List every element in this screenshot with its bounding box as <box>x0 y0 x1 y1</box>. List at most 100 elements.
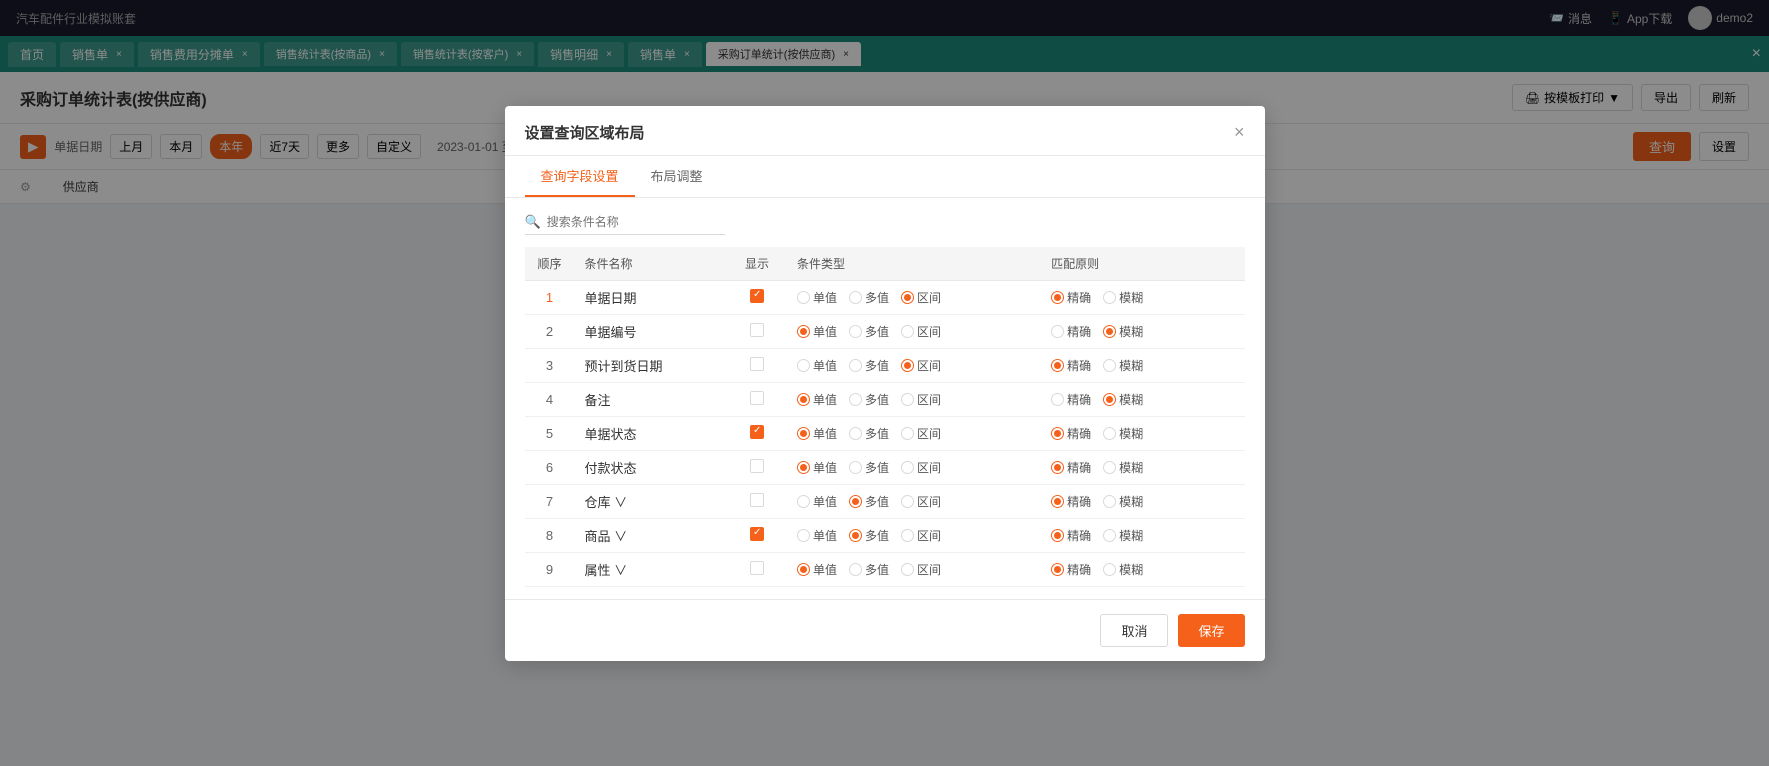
match-radio-exact[interactable]: 精确 <box>1051 425 1091 442</box>
type-radio-multi[interactable]: 多值 <box>849 459 889 476</box>
type-radio-range[interactable]: 区间 <box>901 527 941 544</box>
display-checkbox[interactable] <box>750 425 764 439</box>
match-radio-fuzzy-input[interactable] <box>1103 325 1116 338</box>
match-radio-fuzzy-input[interactable] <box>1103 529 1116 542</box>
match-radio-fuzzy[interactable]: 模糊 <box>1103 493 1143 510</box>
type-radio-single-input[interactable] <box>797 563 810 576</box>
match-radio-exact-input[interactable] <box>1051 563 1064 576</box>
display-checkbox[interactable] <box>750 357 764 371</box>
type-radio-multi-input[interactable] <box>849 563 862 576</box>
type-radio-single-input[interactable] <box>797 495 810 508</box>
condition-search-input[interactable] <box>547 215 707 229</box>
match-radio-exact-input[interactable] <box>1051 393 1064 406</box>
type-radio-multi[interactable]: 多值 <box>849 493 889 510</box>
match-radio-fuzzy-input[interactable] <box>1103 427 1116 440</box>
display-checkbox[interactable] <box>750 493 764 507</box>
type-radio-range[interactable]: 区间 <box>901 289 941 306</box>
display-checkbox[interactable] <box>750 459 764 473</box>
match-radio-fuzzy-input[interactable] <box>1103 461 1116 474</box>
modal-tab-query[interactable]: 查询字段设置 <box>525 156 635 197</box>
type-radio-single-input[interactable] <box>797 529 810 542</box>
modal-close-btn[interactable]: × <box>1234 122 1245 143</box>
type-radio-multi[interactable]: 多值 <box>849 323 889 340</box>
match-radio-exact[interactable]: 精确 <box>1051 289 1091 306</box>
type-radio-range-input[interactable] <box>901 427 914 440</box>
display-checkbox[interactable] <box>750 323 764 337</box>
type-radio-multi[interactable]: 多值 <box>849 357 889 374</box>
type-radio-multi[interactable]: 多值 <box>849 425 889 442</box>
type-radio-multi-input[interactable] <box>849 495 862 508</box>
display-checkbox[interactable] <box>750 391 764 405</box>
match-radio-exact-input[interactable] <box>1051 529 1064 542</box>
match-radio-fuzzy[interactable]: 模糊 <box>1103 357 1143 374</box>
type-radio-range[interactable]: 区间 <box>901 459 941 476</box>
display-checkbox[interactable] <box>750 561 764 575</box>
match-radio-exact[interactable]: 精确 <box>1051 561 1091 578</box>
type-radio-single-input[interactable] <box>797 325 810 338</box>
match-radio-exact-input[interactable] <box>1051 495 1064 508</box>
match-radio-exact[interactable]: 精确 <box>1051 357 1091 374</box>
match-radio-exact[interactable]: 精确 <box>1051 527 1091 544</box>
match-radio-exact[interactable]: 精确 <box>1051 493 1091 510</box>
match-radio-fuzzy[interactable]: 模糊 <box>1103 323 1143 340</box>
match-radio-fuzzy[interactable]: 模糊 <box>1103 391 1143 408</box>
match-radio-fuzzy-input[interactable] <box>1103 359 1116 372</box>
type-radio-range[interactable]: 区间 <box>901 391 941 408</box>
type-radio-range[interactable]: 区间 <box>901 323 941 340</box>
match-radio-exact-input[interactable] <box>1051 461 1064 474</box>
type-radio-single[interactable]: 单值 <box>797 323 837 340</box>
type-radio-multi[interactable]: 多值 <box>849 391 889 408</box>
type-radio-range[interactable]: 区间 <box>901 493 941 510</box>
type-radio-range-input[interactable] <box>901 495 914 508</box>
type-radio-multi[interactable]: 多值 <box>849 527 889 544</box>
type-radio-single[interactable]: 单值 <box>797 357 837 374</box>
type-radio-single-input[interactable] <box>797 291 810 304</box>
type-radio-multi-input[interactable] <box>849 427 862 440</box>
type-radio-multi-input[interactable] <box>849 461 862 474</box>
match-radio-exact[interactable]: 精确 <box>1051 459 1091 476</box>
type-radio-range[interactable]: 区间 <box>901 357 941 374</box>
display-checkbox[interactable] <box>750 527 764 541</box>
match-radio-fuzzy-input[interactable] <box>1103 495 1116 508</box>
match-radio-fuzzy[interactable]: 模糊 <box>1103 527 1143 544</box>
match-radio-fuzzy-input[interactable] <box>1103 291 1116 304</box>
type-radio-multi-input[interactable] <box>849 359 862 372</box>
type-radio-single-input[interactable] <box>797 461 810 474</box>
match-radio-exact[interactable]: 精确 <box>1051 323 1091 340</box>
type-radio-multi[interactable]: 多值 <box>849 289 889 306</box>
match-radio-fuzzy[interactable]: 模糊 <box>1103 561 1143 578</box>
type-radio-single-input[interactable] <box>797 427 810 440</box>
match-radio-fuzzy-input[interactable] <box>1103 563 1116 576</box>
type-radio-range-input[interactable] <box>901 393 914 406</box>
match-radio-exact-input[interactable] <box>1051 427 1064 440</box>
save-button[interactable]: 保存 <box>1178 614 1244 647</box>
type-radio-single[interactable]: 单值 <box>797 493 837 510</box>
type-radio-single[interactable]: 单值 <box>797 391 837 408</box>
type-radio-multi-input[interactable] <box>849 325 862 338</box>
type-radio-single-input[interactable] <box>797 359 810 372</box>
cancel-button[interactable]: 取消 <box>1100 614 1168 647</box>
type-radio-single[interactable]: 单值 <box>797 425 837 442</box>
match-radio-exact-input[interactable] <box>1051 291 1064 304</box>
match-radio-fuzzy-input[interactable] <box>1103 393 1116 406</box>
type-radio-single[interactable]: 单值 <box>797 459 837 476</box>
type-radio-multi[interactable]: 多值 <box>849 561 889 578</box>
type-radio-multi-input[interactable] <box>849 291 862 304</box>
modal-tab-layout[interactable]: 布局调整 <box>635 156 719 197</box>
match-radio-fuzzy[interactable]: 模糊 <box>1103 459 1143 476</box>
type-radio-range[interactable]: 区间 <box>901 561 941 578</box>
type-radio-range[interactable]: 区间 <box>901 425 941 442</box>
type-radio-range-input[interactable] <box>901 291 914 304</box>
match-radio-exact[interactable]: 精确 <box>1051 391 1091 408</box>
type-radio-single[interactable]: 单值 <box>797 527 837 544</box>
match-radio-fuzzy[interactable]: 模糊 <box>1103 425 1143 442</box>
match-radio-fuzzy[interactable]: 模糊 <box>1103 289 1143 306</box>
type-radio-range-input[interactable] <box>901 359 914 372</box>
type-radio-multi-input[interactable] <box>849 529 862 542</box>
type-radio-range-input[interactable] <box>901 461 914 474</box>
display-checkbox[interactable] <box>750 289 764 303</box>
type-radio-single-input[interactable] <box>797 393 810 406</box>
match-radio-exact-input[interactable] <box>1051 359 1064 372</box>
type-radio-range-input[interactable] <box>901 563 914 576</box>
type-radio-multi-input[interactable] <box>849 393 862 406</box>
